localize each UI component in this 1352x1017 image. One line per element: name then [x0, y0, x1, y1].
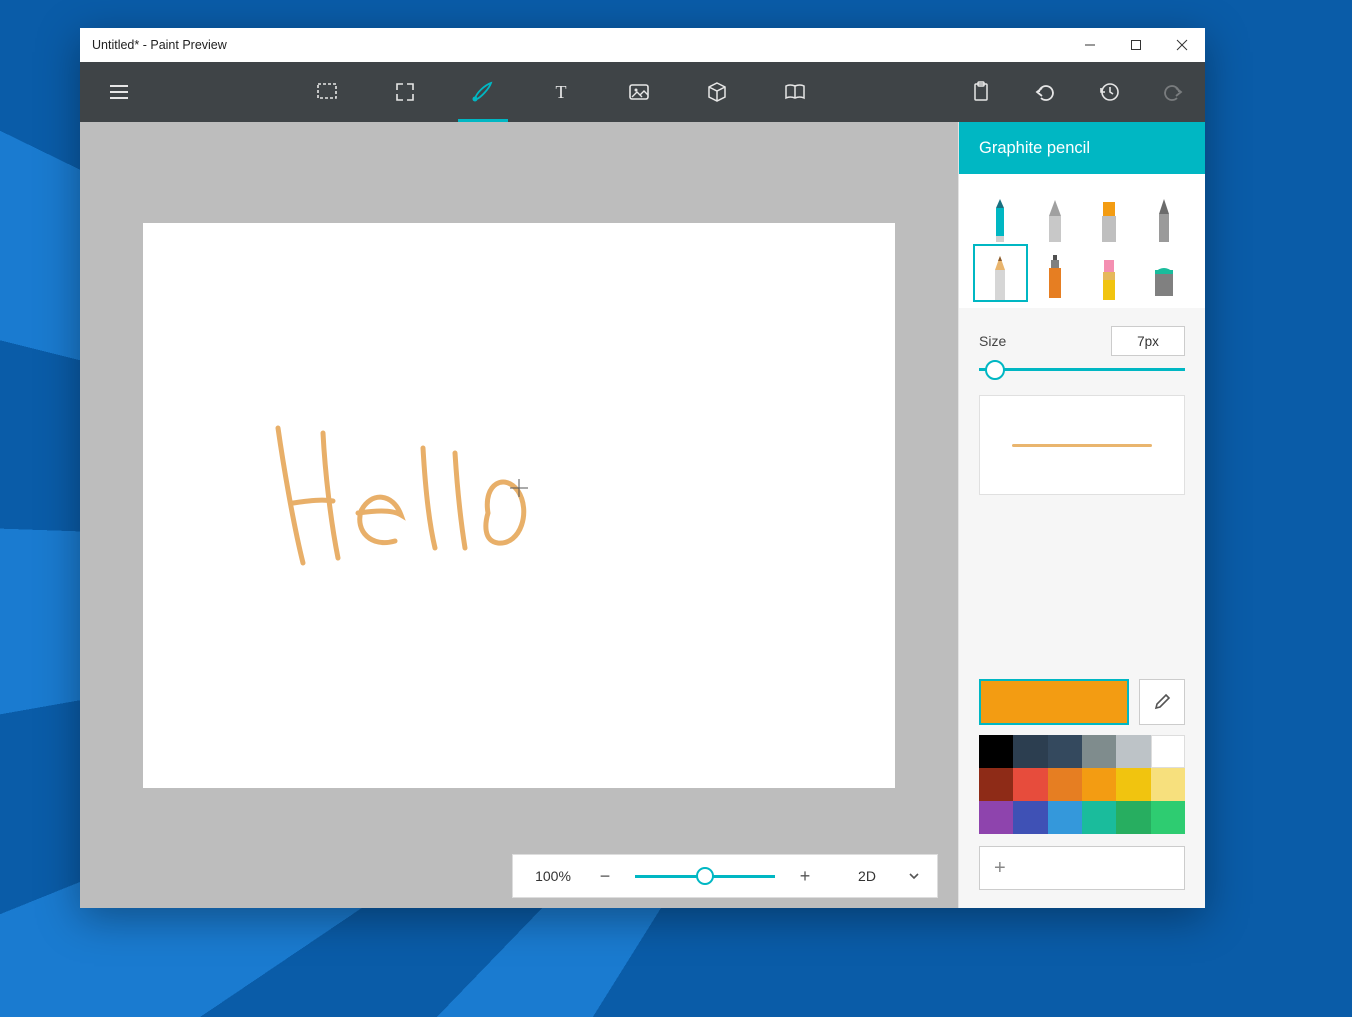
add-color-button[interactable]: + [979, 846, 1185, 890]
menu-icon [108, 83, 130, 101]
plus-icon: + [994, 857, 1006, 880]
palette-swatch[interactable] [1151, 801, 1185, 834]
tool-pencil[interactable] [1028, 186, 1083, 244]
size-value-input[interactable]: 7px [1111, 326, 1185, 356]
size-label: Size [979, 333, 1006, 349]
color-palette [979, 735, 1185, 834]
zoom-slider-thumb[interactable] [696, 867, 714, 885]
palette-swatch[interactable] [1082, 768, 1116, 801]
crosshair-cursor [510, 479, 528, 497]
palette-swatch[interactable] [1116, 735, 1150, 768]
text-icon: T [551, 82, 571, 102]
sticker-icon [628, 82, 650, 102]
history-button[interactable] [1077, 62, 1141, 122]
titlebar: Untitled* - Paint Preview [80, 28, 1205, 62]
undo-button[interactable] [1013, 62, 1077, 122]
tool-eraser[interactable] [1082, 244, 1137, 302]
tool-crayon[interactable] [1082, 186, 1137, 244]
stroke-preview [979, 395, 1185, 495]
size-slider-thumb[interactable] [985, 360, 1005, 380]
text-tool[interactable]: T [522, 62, 600, 122]
view-mode-chevron-icon[interactable] [907, 869, 921, 883]
sticker-tool[interactable] [600, 62, 678, 122]
expand-icon [394, 81, 416, 103]
palette-swatch[interactable] [1048, 735, 1082, 768]
crop-tool[interactable] [366, 62, 444, 122]
canvas-status-bar: 100% − + 2D [512, 854, 938, 898]
brush-picker [959, 174, 1205, 308]
tool-sidebar: Graphite pencil [958, 122, 1205, 908]
palette-swatch[interactable] [1013, 735, 1047, 768]
palette-swatch[interactable] [979, 735, 1013, 768]
zoom-slider[interactable] [635, 875, 775, 878]
palette-swatch[interactable] [1048, 801, 1082, 834]
canvas-area: 100% − + 2D [80, 122, 958, 908]
book-icon [783, 82, 807, 102]
palette-swatch[interactable] [1013, 801, 1047, 834]
redo-button[interactable] [1141, 62, 1205, 122]
menu-button[interactable] [80, 62, 158, 122]
eyedropper-icon [1152, 692, 1172, 712]
paste-icon [971, 81, 991, 103]
palette-swatch[interactable] [1082, 801, 1116, 834]
maximize-button[interactable] [1113, 28, 1159, 62]
eyedropper-button[interactable] [1139, 679, 1185, 725]
palette-swatch[interactable] [1116, 768, 1150, 801]
view-mode-label[interactable]: 2D [837, 868, 897, 884]
palette-swatch[interactable] [1048, 768, 1082, 801]
cube-icon [706, 81, 728, 103]
current-color-swatch[interactable] [979, 679, 1129, 725]
select-icon [316, 82, 338, 102]
tool-calligraphy-pen[interactable] [1137, 186, 1192, 244]
tool-spray-can[interactable] [1028, 244, 1083, 302]
brush-icon [471, 81, 495, 103]
main-toolbar: T [80, 62, 1205, 122]
size-row: Size 7px [959, 308, 1205, 362]
tool-marker[interactable] [973, 186, 1028, 244]
palette-swatch[interactable] [1151, 768, 1185, 801]
palette-swatch[interactable] [979, 801, 1013, 834]
svg-text:T: T [556, 82, 567, 102]
undo-icon [1033, 82, 1057, 102]
panel-header: Graphite pencil [959, 122, 1205, 174]
paste-button[interactable] [949, 62, 1013, 122]
app-window: Untitled* - Paint Preview [80, 28, 1205, 908]
size-slider[interactable] [979, 368, 1185, 371]
redo-icon [1161, 82, 1185, 102]
effects-tool[interactable] [756, 62, 834, 122]
tool-fill-bucket[interactable] [1137, 244, 1192, 302]
palette-swatch[interactable] [1116, 801, 1150, 834]
window-title: Untitled* - Paint Preview [92, 38, 227, 52]
palette-swatch[interactable] [1151, 735, 1185, 768]
tool-graphite-pencil[interactable] [973, 244, 1028, 302]
palette-swatch[interactable] [1082, 735, 1116, 768]
palette-swatch[interactable] [1013, 768, 1047, 801]
select-tool[interactable] [288, 62, 366, 122]
zoom-level: 100% [523, 868, 583, 884]
preview-stroke-line [1012, 444, 1152, 447]
minimize-button[interactable] [1067, 28, 1113, 62]
close-button[interactable] [1159, 28, 1205, 62]
history-icon [1098, 81, 1120, 103]
zoom-out-button[interactable]: − [587, 858, 623, 894]
3d-objects-tool[interactable] [678, 62, 756, 122]
drawing-canvas[interactable] [143, 223, 895, 788]
brush-tool[interactable] [444, 62, 522, 122]
zoom-in-button[interactable]: + [787, 858, 823, 894]
canvas-drawing [143, 223, 895, 788]
palette-swatch[interactable] [979, 768, 1013, 801]
